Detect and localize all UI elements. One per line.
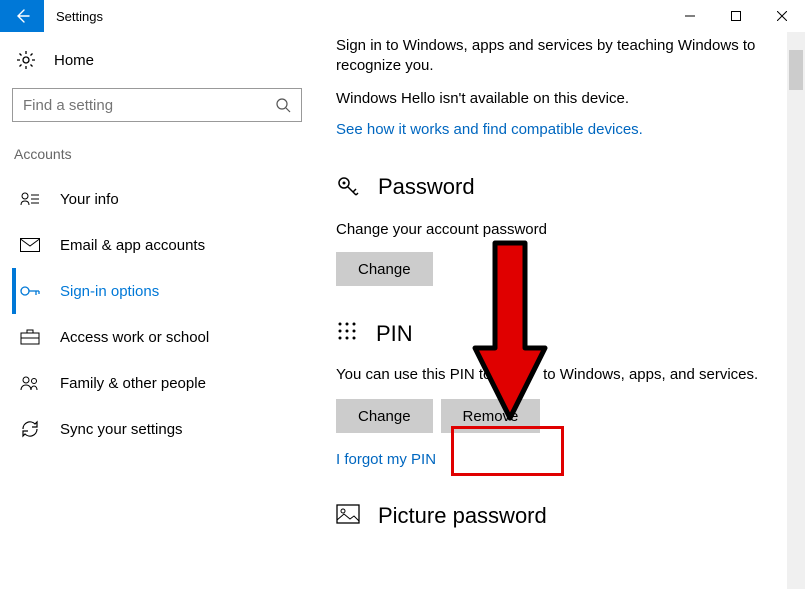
sync-icon bbox=[20, 420, 40, 438]
close-icon bbox=[777, 11, 787, 21]
picture-password-heading: Picture password bbox=[336, 503, 759, 529]
sidebar-item-your-info[interactable]: Your info bbox=[12, 176, 310, 222]
sidebar-item-sign-in-options[interactable]: Sign-in options bbox=[12, 268, 310, 314]
key-icon bbox=[20, 283, 40, 299]
mail-icon bbox=[20, 238, 40, 252]
nav-label: Access work or school bbox=[60, 329, 209, 346]
search-input[interactable] bbox=[23, 97, 275, 114]
main-pane: Sign in to Windows, apps and services by… bbox=[310, 32, 805, 589]
pin-change-button[interactable]: Change bbox=[336, 399, 433, 433]
person-card-icon bbox=[20, 191, 40, 207]
nav-label: Email & app accounts bbox=[60, 237, 205, 254]
picture-icon bbox=[336, 504, 360, 529]
window-title: Settings bbox=[44, 9, 667, 24]
nav-label: Sign-in options bbox=[60, 283, 159, 300]
home-label: Home bbox=[54, 52, 94, 69]
search-box[interactable] bbox=[12, 88, 302, 122]
sidebar: Home Accounts Your info Email & app acco… bbox=[0, 32, 310, 589]
password-heading: Password bbox=[336, 173, 759, 202]
sidebar-item-access-work-school[interactable]: Access work or school bbox=[12, 314, 310, 360]
minimize-button[interactable] bbox=[667, 0, 713, 32]
sidebar-item-email-accounts[interactable]: Email & app accounts bbox=[12, 222, 310, 268]
arrow-left-icon bbox=[14, 8, 30, 24]
search-icon bbox=[275, 97, 291, 113]
minimize-icon bbox=[685, 11, 695, 21]
titlebar: Settings bbox=[0, 0, 805, 32]
scroll-thumb[interactable] bbox=[789, 50, 803, 90]
scrollbar[interactable] bbox=[787, 32, 805, 589]
hello-unavailable: Windows Hello isn't available on this de… bbox=[336, 89, 759, 109]
briefcase-icon bbox=[20, 329, 40, 345]
sidebar-item-family-people[interactable]: Family & other people bbox=[12, 360, 310, 406]
password-change-button[interactable]: Change bbox=[336, 252, 433, 286]
sidebar-item-sync-settings[interactable]: Sync your settings bbox=[12, 406, 310, 452]
section-title: Password bbox=[378, 174, 475, 200]
hello-compat-link[interactable]: See how it works and find compatible dev… bbox=[336, 121, 643, 138]
pin-remove-button[interactable]: Remove bbox=[441, 399, 541, 433]
nav-label: Your info bbox=[60, 191, 119, 208]
people-icon bbox=[20, 375, 40, 391]
close-button[interactable] bbox=[759, 0, 805, 32]
category-title: Accounts bbox=[12, 146, 310, 162]
pin-desc: You can use this PIN to sign in to Windo… bbox=[336, 365, 759, 385]
nav-label: Family & other people bbox=[60, 375, 206, 392]
key-icon bbox=[336, 173, 360, 202]
home-link[interactable]: Home bbox=[12, 40, 310, 88]
nav-label: Sync your settings bbox=[60, 421, 183, 438]
section-title: PIN bbox=[376, 321, 413, 347]
section-title: Picture password bbox=[378, 503, 547, 529]
pin-heading: PIN bbox=[336, 320, 759, 347]
keypad-icon bbox=[336, 320, 358, 347]
maximize-button[interactable] bbox=[713, 0, 759, 32]
maximize-icon bbox=[731, 11, 741, 21]
gear-icon bbox=[16, 50, 36, 70]
window-controls bbox=[667, 0, 805, 32]
forgot-pin-link[interactable]: I forgot my PIN bbox=[336, 451, 436, 468]
hello-description: Sign in to Windows, apps and services by… bbox=[336, 36, 759, 77]
back-button[interactable] bbox=[0, 0, 44, 32]
password-desc: Change your account password bbox=[336, 220, 759, 240]
